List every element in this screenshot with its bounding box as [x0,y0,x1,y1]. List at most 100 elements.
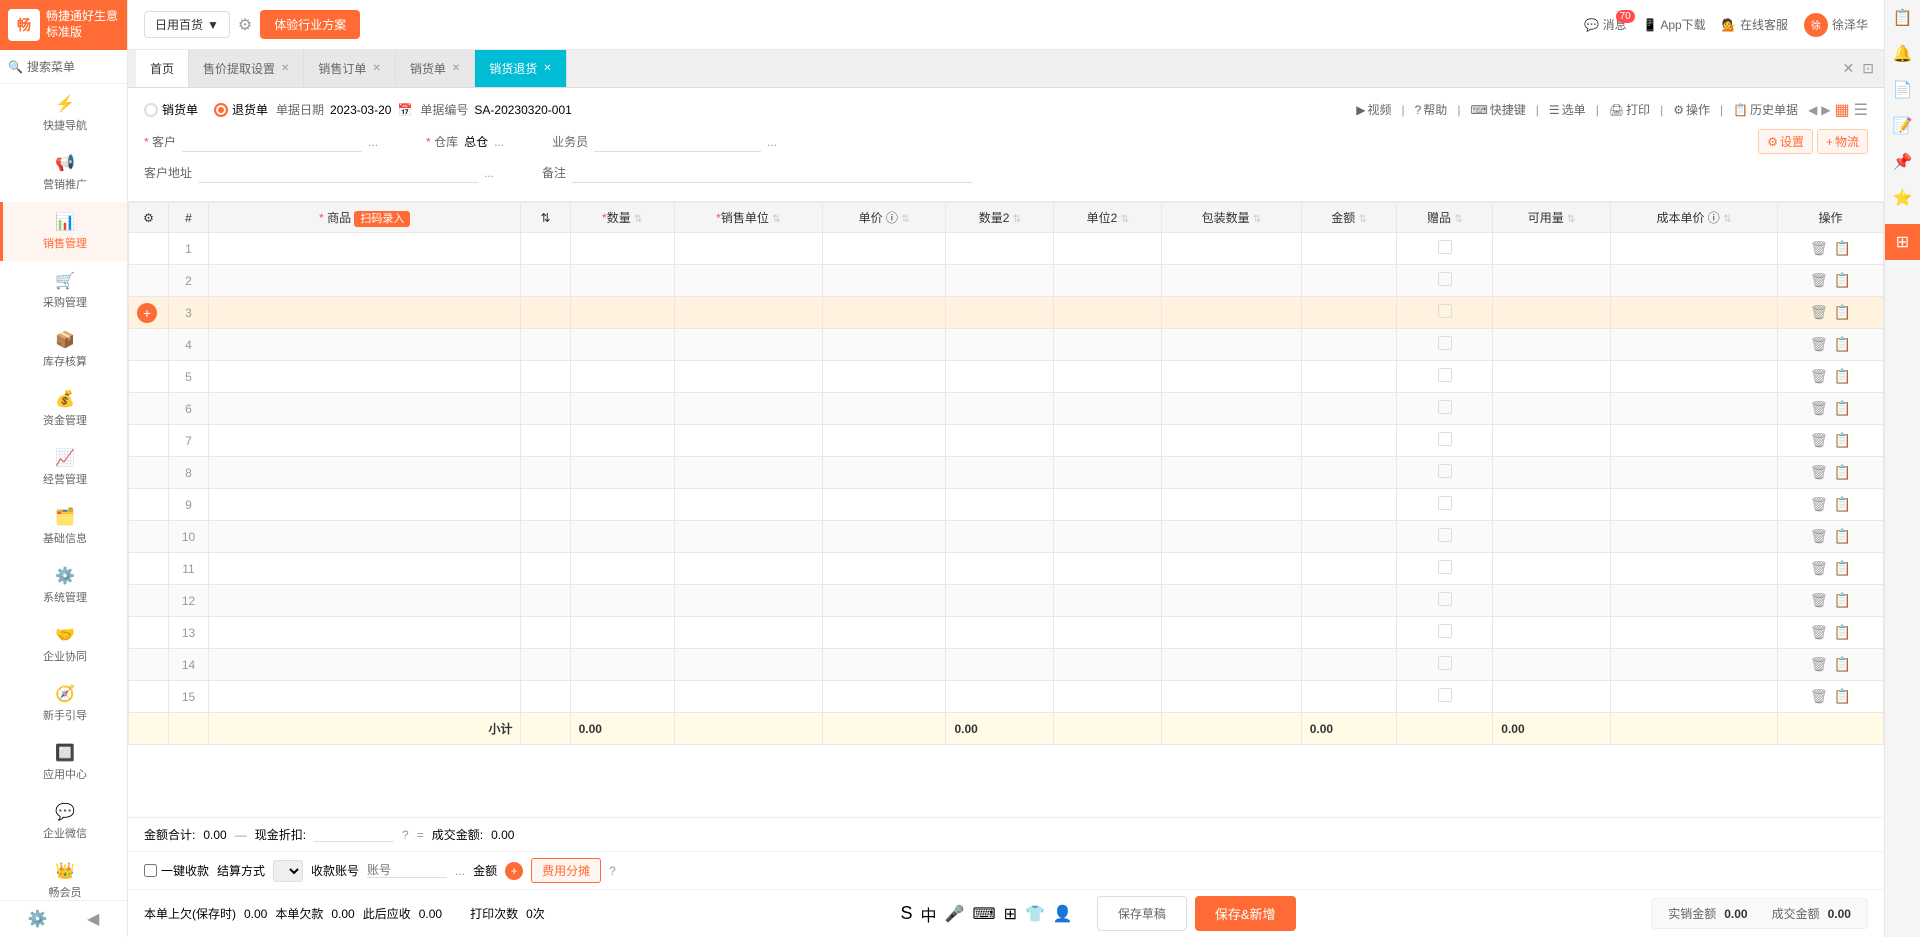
customer-input[interactable] [182,131,362,152]
row-gift[interactable] [1397,329,1493,361]
row-amount[interactable] [1301,329,1397,361]
save-new-button[interactable]: 保存&新增 [1195,896,1296,931]
category-select[interactable]: 日用百货 ▼ [144,11,230,38]
copy-icon[interactable]: 📋 [1834,464,1851,481]
row-product[interactable] [209,457,521,489]
row-amount[interactable] [1301,489,1397,521]
row-product[interactable] [209,617,521,649]
row-sales-unit[interactable] [674,681,822,713]
delete-icon[interactable]: 🗑 [1810,592,1828,609]
row-product[interactable] [209,521,521,553]
tab-price-settings[interactable]: 售价提取设置 ✕ [189,50,304,87]
row-quantity[interactable] [570,585,674,617]
gift-checkbox[interactable] [1438,336,1452,350]
account-input[interactable] [367,863,447,878]
row-gift[interactable] [1397,265,1493,297]
row-pack-qty[interactable] [1162,553,1301,585]
customer-select-icon[interactable]: ... [368,135,378,149]
video-btn[interactable]: ▶视频 [1350,98,1397,121]
row-gift[interactable] [1397,681,1493,713]
operation-btn[interactable]: ⚙操作 [1667,98,1716,121]
row-sales-unit[interactable] [674,265,822,297]
salesperson-select-icon[interactable]: ... [767,135,777,149]
row-quantity[interactable] [570,361,674,393]
copy-icon[interactable]: 📋 [1834,240,1851,257]
row-quantity[interactable] [570,521,674,553]
right-btn-1[interactable]: 📋 [1893,8,1913,28]
row-unit2[interactable] [1054,681,1162,713]
row-unit2[interactable] [1054,585,1162,617]
row-qty2[interactable] [946,425,1054,457]
tab-price-close-icon[interactable]: ✕ [281,63,289,74]
row-product[interactable] [209,233,521,265]
sidebar-item-shortcut[interactable]: ⚡ 快捷导航 [0,84,127,143]
right-btn-2[interactable]: 🔔 [1893,44,1913,64]
add-payment-button[interactable]: + [505,862,523,880]
row-unit2[interactable] [1054,489,1162,521]
copy-icon[interactable]: 📋 [1834,656,1851,673]
row-quantity[interactable] [570,553,674,585]
gift-checkbox[interactable] [1438,560,1452,574]
row-unit2[interactable] [1054,457,1162,489]
copy-icon[interactable]: 📋 [1834,368,1851,385]
row-quantity[interactable] [570,489,674,521]
row-unit-price[interactable] [822,585,946,617]
row-pack-qty[interactable] [1162,425,1301,457]
row-amount[interactable] [1301,681,1397,713]
row-quantity[interactable] [570,649,674,681]
row-pack-qty[interactable] [1162,233,1301,265]
topbar-settings-icon[interactable]: ⚙ [238,15,252,35]
row-qty2[interactable] [946,393,1054,425]
minus-icon[interactable]: — [235,828,247,842]
row-unit2[interactable] [1054,393,1162,425]
sidebar-item-wechat[interactable]: 💬 企业微信 [0,792,127,851]
save-draft-button[interactable]: 保存草稿 [1097,896,1187,931]
copy-icon[interactable]: 📋 [1834,688,1851,705]
row-gift[interactable] [1397,521,1493,553]
row-product[interactable] [209,553,521,585]
tab-sales-close-icon[interactable]: ✕ [452,63,460,74]
row-pack-qty[interactable] [1162,361,1301,393]
row-pack-qty[interactable] [1162,393,1301,425]
sidebar-item-member[interactable]: 👑 畅会员 [0,851,127,900]
row-gift[interactable] [1397,393,1493,425]
row-qty2[interactable] [946,329,1054,361]
sidebar-item-basic[interactable]: 🗂️ 基础信息 [0,497,127,556]
grid-view-icon[interactable]: ▦ [1835,100,1850,120]
row-unit2[interactable] [1054,329,1162,361]
row-product[interactable] [209,681,521,713]
row-pack-qty[interactable] [1162,457,1301,489]
row-pack-qty[interactable] [1162,297,1301,329]
row-product[interactable] [209,297,521,329]
fee-split-button[interactable]: 费用分摊 [531,858,601,883]
sidebar-item-appstore[interactable]: 🔲 应用中心 [0,733,127,792]
row-unit-price[interactable] [822,521,946,553]
radio-sales[interactable]: 销货单 [144,101,198,118]
row-quantity[interactable] [570,265,674,297]
row-unit-price[interactable] [822,265,946,297]
radio-return[interactable]: 退货单 [214,101,268,118]
nav-prev-icon[interactable]: ◀ [1808,103,1817,117]
row-quantity[interactable] [570,681,674,713]
row-unit-price[interactable] [822,425,946,457]
gift-checkbox[interactable] [1438,240,1452,254]
row-qty2[interactable] [946,617,1054,649]
row-unit-price[interactable] [822,457,946,489]
sidebar-item-purchase[interactable]: 🛒 采购管理 [0,261,127,320]
row-product[interactable] [209,649,521,681]
row-gift[interactable] [1397,617,1493,649]
row-gift[interactable] [1397,457,1493,489]
row-amount[interactable] [1301,297,1397,329]
row-unit2[interactable] [1054,297,1162,329]
row-amount[interactable] [1301,425,1397,457]
row-sales-unit[interactable] [674,361,822,393]
shirt-icon[interactable]: 👕 [1025,904,1045,924]
fee-question-icon[interactable]: ? [609,864,616,878]
collapse-icon[interactable]: ◀ [87,909,99,929]
row-unit-price[interactable] [822,553,946,585]
row-qty2[interactable] [946,521,1054,553]
row-unit-price[interactable] [822,297,946,329]
row-pack-qty[interactable] [1162,649,1301,681]
address-select-icon[interactable]: ... [484,166,494,180]
calendar-icon[interactable]: 📅 [397,103,412,117]
